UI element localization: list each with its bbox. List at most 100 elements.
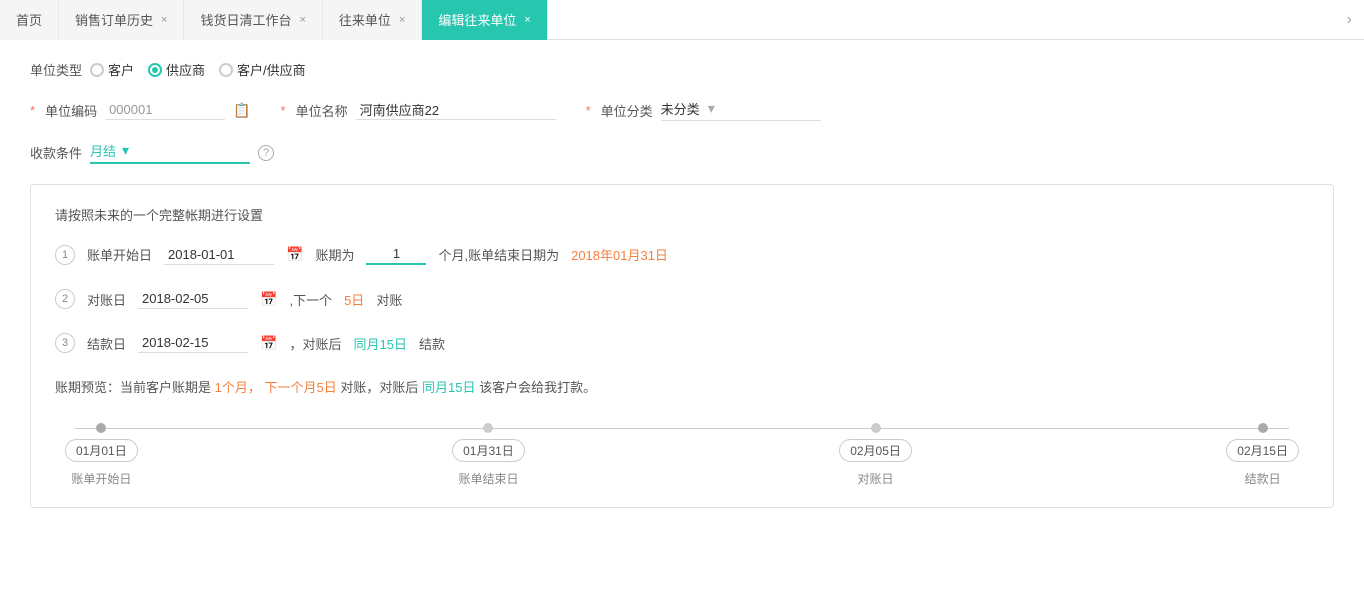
payment-date-input[interactable] (138, 333, 248, 353)
preview-part3: 同月15日 (422, 380, 475, 395)
radio-circle-supplier (148, 63, 162, 77)
radio-supplier[interactable]: 供应商 (148, 60, 205, 79)
unit-name-input[interactable] (356, 100, 556, 120)
tl-dot-2 (483, 423, 493, 433)
payment-dropdown-icon: ▾ (122, 142, 129, 159)
required-star-name: * (281, 103, 286, 118)
row-label-2: 对账日 (87, 290, 126, 309)
tab-home[interactable]: 首页 (0, 0, 59, 40)
cal-icon-3[interactable]: 📅 (260, 335, 277, 352)
payment-condition-label: 收款条件 (30, 143, 82, 162)
tab-edit-partner-unit-label: 编辑往来单位 (438, 10, 516, 29)
card-title: 请按照未来的一个完整帐期进行设置 (55, 205, 1309, 224)
tab-partner-units-label: 往来单位 (339, 10, 391, 29)
tl-node-3: 02月05日 对账日 (839, 416, 912, 487)
dropdown-icon: ▾ (708, 100, 715, 117)
radio-both[interactable]: 客户/供应商 (219, 60, 306, 79)
radio-customer-label: 客户 (108, 60, 134, 79)
preview-text: 账期预览：当前客户账期是 1个月， 下一个月5日 对账，对账后 同月15日 该客… (55, 377, 1309, 396)
row-num-2: 2 (55, 289, 75, 309)
radio-circle-both (219, 63, 233, 77)
main-content: 单位类型 客户 供应商 客户/供应商 * 单位编码 (0, 40, 1364, 608)
help-icon[interactable]: ? (258, 145, 274, 161)
reconcile-date-input[interactable] (138, 289, 248, 309)
radio-both-label: 客户/供应商 (237, 60, 306, 79)
settings-card: 请按照未来的一个完整帐期进行设置 1 账单开始日 📅 账期为 个月,账单结束日期… (30, 184, 1334, 508)
unit-name-group: * 单位名称 (281, 100, 556, 120)
unit-class-dropdown[interactable]: 未分类 ▾ (661, 99, 821, 121)
cal-icon-1[interactable]: 📅 (286, 246, 303, 263)
row-label-3: 结款日 (87, 334, 126, 353)
unit-code-input[interactable] (105, 100, 225, 120)
tab-sales-order-history[interactable]: 销售订单历史 × (59, 0, 184, 40)
tl-dot-4 (1258, 423, 1268, 433)
tl-badge-1: 01月01日 (65, 439, 138, 462)
payment-dropdown[interactable]: 月结 ▾ (90, 141, 250, 164)
unit-code-label: 单位编码 (45, 101, 97, 120)
start-date-input[interactable] (164, 245, 274, 265)
tab-cash-ledger-label: 钱货日清工作台 (200, 10, 291, 29)
tab-cash-ledger[interactable]: 钱货日清工作台 × (184, 0, 322, 40)
reconcile-day-highlight: 5日 (344, 290, 364, 309)
required-star-class: * (586, 103, 591, 118)
unit-type-row: 单位类型 客户 供应商 客户/供应商 (30, 60, 1334, 79)
tab-more-button[interactable]: › (1335, 11, 1364, 29)
timeline-row-3: 3 结款日 📅 ，对账后 同月15日 结款 (55, 333, 1309, 353)
radio-supplier-label: 供应商 (166, 60, 205, 79)
close-icon[interactable]: × (299, 14, 305, 26)
tab-sales-order-history-label: 销售订单历史 (75, 10, 153, 29)
period-input[interactable] (366, 244, 426, 265)
tl-sub-1: 账单开始日 (71, 470, 131, 487)
tl-badge-4: 02月15日 (1226, 439, 1299, 462)
close-icon[interactable]: × (161, 14, 167, 26)
tl-badge-3: 02月05日 (839, 439, 912, 462)
payment-day-highlight: 同月15日 (353, 334, 406, 353)
row-desc-1b: 个月,账单结束日期为 (438, 245, 559, 264)
close-icon[interactable]: × (524, 14, 530, 26)
row-desc-3b: 结款 (419, 334, 445, 353)
preview-part1: 1个月， (215, 380, 261, 395)
unit-type-label: 单位类型 (30, 60, 82, 79)
close-icon[interactable]: × (399, 14, 405, 26)
payment-value: 月结 (90, 141, 116, 160)
row-desc-1a: 账期为 (315, 245, 354, 264)
tl-sub-3: 对账日 (858, 470, 894, 487)
timeline-nodes: 01月01日 账单开始日 01月31日 账单结束日 02月05日 对账日 02月… (65, 416, 1299, 487)
tl-node-1: 01月01日 账单开始日 (65, 416, 138, 487)
end-date-highlight: 2018年01月31日 (571, 245, 668, 264)
tl-dot-3 (871, 423, 881, 433)
tl-sub-4: 结款日 (1245, 470, 1281, 487)
row-desc-2a: ,下一个 (289, 290, 332, 309)
tl-sub-2: 账单结束日 (458, 470, 518, 487)
payment-group: 收款条件 月结 ▾ ? (30, 141, 274, 164)
tab-home-label: 首页 (16, 10, 42, 29)
radio-customer[interactable]: 客户 (90, 60, 134, 79)
unit-code-group: * 单位编码 📋 (30, 100, 251, 120)
row-desc-3a: ，对账后 (289, 334, 341, 353)
tl-node-4: 02月15日 结款日 (1226, 416, 1299, 487)
unit-name-label: 单位名称 (296, 101, 348, 120)
radio-circle-customer (90, 63, 104, 77)
tl-badge-2: 01月31日 (452, 439, 525, 462)
tab-partner-units[interactable]: 往来单位 × (323, 0, 422, 40)
tab-edit-partner-unit[interactable]: 编辑往来单位 × (422, 0, 547, 40)
preview-mid: 对账，对账后 (340, 380, 418, 395)
row-num-3: 3 (55, 333, 75, 353)
tabs-bar: 首页 销售订单历史 × 钱货日清工作台 × 往来单位 × 编辑往来单位 × › (0, 0, 1364, 40)
timeline-row-1: 1 账单开始日 📅 账期为 个月,账单结束日期为 2018年01月31日 (55, 244, 1309, 265)
tl-node-2: 01月31日 账单结束日 (452, 416, 525, 487)
payment-row: 收款条件 月结 ▾ ? (30, 141, 1334, 164)
row-label-1: 账单开始日 (87, 245, 152, 264)
tl-dot-1 (96, 423, 106, 433)
row-num-1: 1 (55, 245, 75, 265)
timeline-visual: 01月01日 账单开始日 01月31日 账单结束日 02月05日 对账日 02月… (55, 416, 1309, 487)
radio-group: 客户 供应商 客户/供应商 (90, 60, 306, 79)
preview-end: 该客户会给我打款。 (479, 380, 596, 395)
calendar-icon[interactable]: 📋 (233, 102, 250, 119)
preview-part2: 下一个月5日 (265, 380, 337, 395)
unit-class-label: 单位分类 (601, 101, 653, 120)
row-desc-2b: 对账 (376, 290, 402, 309)
unit-class-group: * 单位分类 未分类 ▾ (586, 99, 821, 121)
cal-icon-2[interactable]: 📅 (260, 291, 277, 308)
required-star-code: * (30, 103, 35, 118)
